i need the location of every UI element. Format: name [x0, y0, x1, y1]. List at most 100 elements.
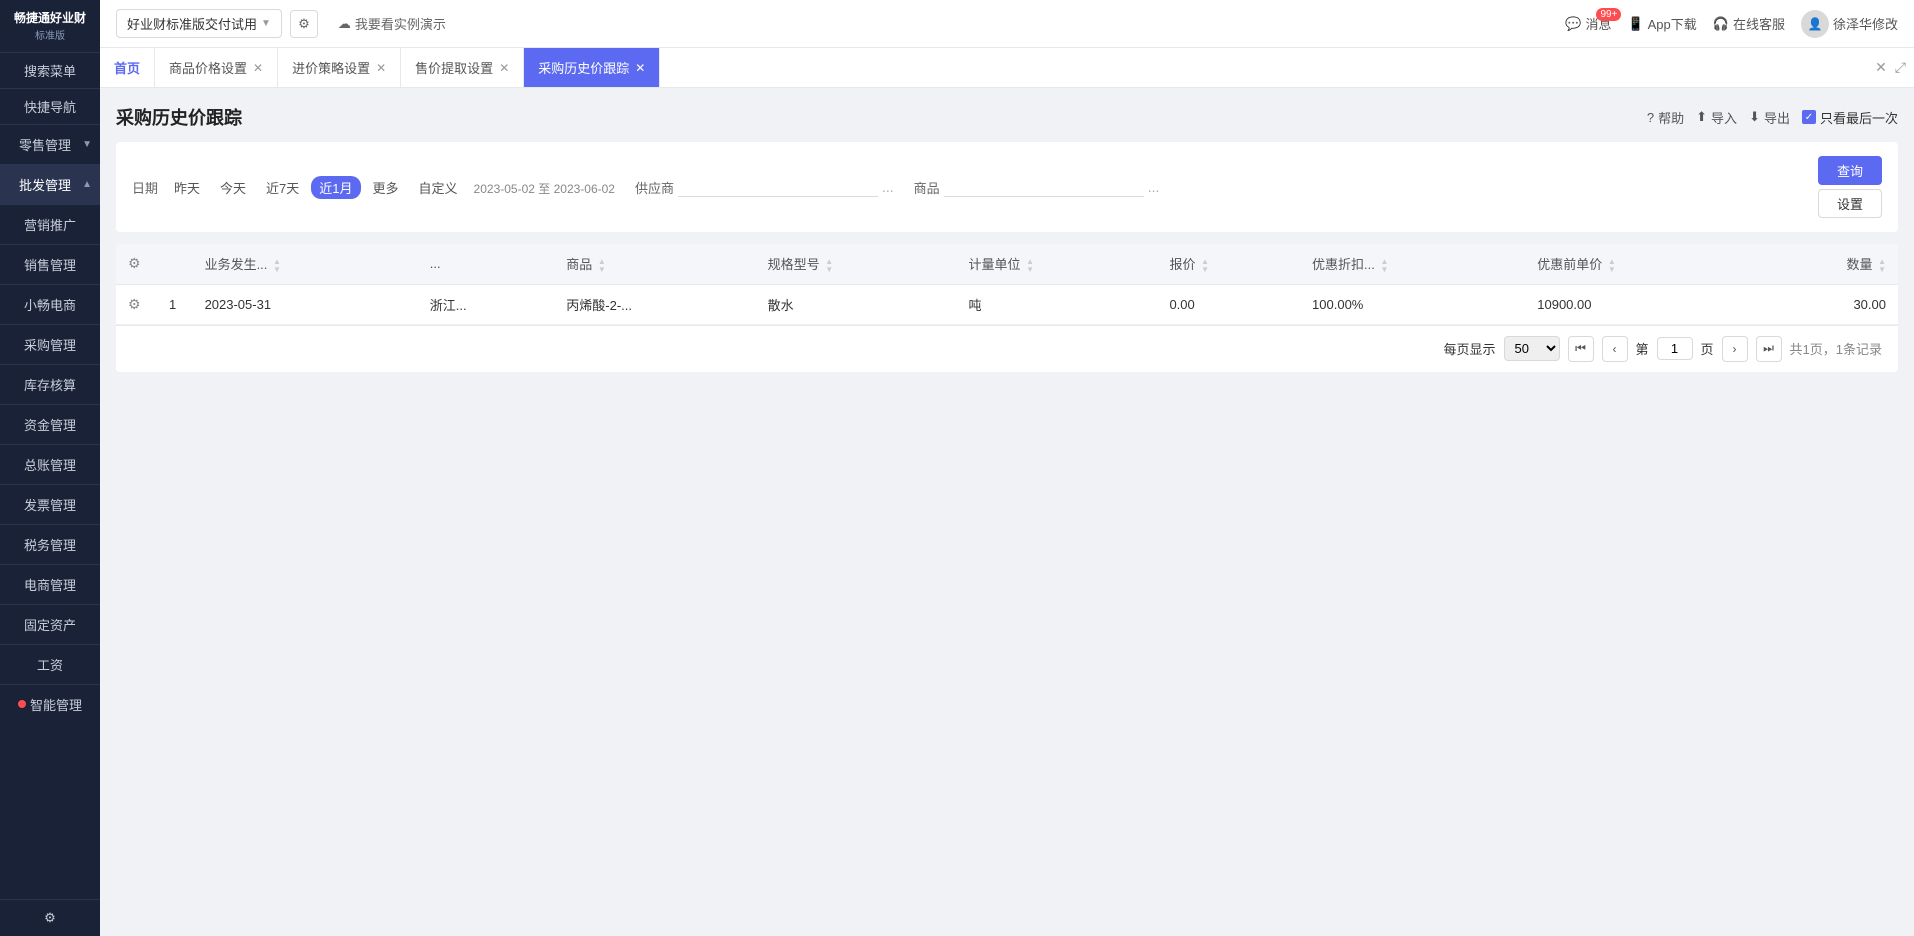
- topbar-settings-button[interactable]: ⚙: [290, 10, 318, 38]
- row-spec: 散水: [768, 298, 794, 313]
- table-col-spec[interactable]: 规格型号 ▲▼: [756, 244, 957, 284]
- topbar: 好业财标准版交付试用 ▼ ⚙ ☁ 我要看实例演示 💬 消息 99+ 📱 App下…: [100, 0, 1914, 48]
- tab-product-price[interactable]: 商品价格设置 ✕: [155, 48, 278, 87]
- tab-product-price-close[interactable]: ✕: [253, 61, 263, 75]
- query-button[interactable]: 查询: [1818, 156, 1882, 185]
- export-icon: ⬇: [1749, 109, 1760, 125]
- row-original-price: 10900.00: [1537, 297, 1591, 312]
- row-gear-icon[interactable]: ⚙: [128, 296, 141, 312]
- tab-sale-price-close[interactable]: ✕: [499, 61, 509, 75]
- sidebar-search-menu[interactable]: 搜索菜单: [0, 53, 100, 89]
- table-gear-icon[interactable]: ⚙: [128, 255, 141, 271]
- export-button[interactable]: ⬇ 导出: [1749, 108, 1790, 127]
- settings-filter-button[interactable]: 设置: [1818, 189, 1882, 218]
- product-more-button[interactable]: ...: [1148, 179, 1160, 195]
- sidebar-item-intelligent[interactable]: 智能管理: [0, 685, 100, 724]
- sidebar-item-ledger[interactable]: 总账管理: [0, 445, 100, 485]
- page-size-label: 每页显示: [1443, 339, 1495, 358]
- sidebar-quick-nav[interactable]: 快捷导航: [0, 89, 100, 125]
- help-button[interactable]: ? 帮助: [1647, 108, 1684, 127]
- table-col-original-price[interactable]: 优惠前单价 ▲▼: [1525, 244, 1755, 284]
- tab-product-price-label: 商品价格设置: [169, 58, 247, 77]
- help-icon: ?: [1647, 110, 1654, 125]
- sort-spec-icon: ▲▼: [825, 258, 833, 274]
- sidebar-item-purchase[interactable]: 采购管理: [0, 325, 100, 365]
- tab-sale-price[interactable]: 售价提取设置 ✕: [401, 48, 524, 87]
- filter-product-group: 商品 ...: [914, 177, 1160, 197]
- online-service-button[interactable]: 🎧 在线客服: [1713, 14, 1785, 33]
- headset-icon: 🎧: [1713, 16, 1729, 32]
- sidebar-item-invoice[interactable]: 发票管理: [0, 485, 100, 525]
- tab-purchase-strategy-close[interactable]: ✕: [376, 61, 386, 75]
- user-menu[interactable]: 👤 徐泽华修改: [1801, 10, 1898, 38]
- filter-date-group: 日期 昨天 今天 近7天 近1月 更多 自定义 2023-05-02 至 202…: [132, 176, 615, 199]
- sidebar-item-finance[interactable]: 资金管理: [0, 405, 100, 445]
- logo-sub: 标准版: [35, 27, 65, 42]
- sidebar-item-marketing[interactable]: 营销推广: [0, 205, 100, 245]
- version-selector-text: 好业财标准版交付试用: [127, 14, 257, 33]
- sidebar-item-inventory[interactable]: 库存核算: [0, 365, 100, 405]
- tab-purchase-history[interactable]: 采购历史价跟踪 ✕: [524, 48, 660, 87]
- sidebar-logo: 畅捷通好业财 标准版: [0, 0, 100, 53]
- filter-supplier-group: 供应商 ...: [635, 177, 894, 197]
- table-col-price[interactable]: 报价 ▲▼: [1157, 244, 1300, 284]
- date-opt-custom[interactable]: 自定义: [411, 176, 466, 199]
- version-selector[interactable]: 好业财标准版交付试用 ▼: [116, 9, 282, 38]
- sidebar-item-fixed-assets[interactable]: 固定资产: [0, 605, 100, 645]
- tab-expand-icon[interactable]: ⤢: [1895, 59, 1906, 76]
- messages-button[interactable]: 💬 消息 99+: [1565, 14, 1611, 33]
- date-opt-yesterday[interactable]: 昨天: [166, 176, 208, 199]
- tab-home-label: 首页: [114, 58, 140, 77]
- sidebar-item-sales[interactable]: 销售管理: [0, 245, 100, 285]
- import-button[interactable]: ⬆ 导入: [1696, 108, 1737, 127]
- date-opt-1month[interactable]: 近1月: [311, 176, 360, 199]
- main-content: 好业财标准版交付试用 ▼ ⚙ ☁ 我要看实例演示 💬 消息 99+ 📱 App下…: [100, 0, 1914, 936]
- sort-discount-icon: ▲▼: [1381, 258, 1389, 274]
- demo-button[interactable]: ☁ 我要看实例演示: [326, 14, 458, 33]
- row-product-cell: 丙烯酸-2-...: [554, 284, 755, 324]
- first-page-button[interactable]: ⏮: [1568, 336, 1594, 362]
- page-size-select[interactable]: 50 10 20 100: [1504, 336, 1560, 361]
- filter-product-input[interactable]: [944, 177, 1144, 197]
- filter-actions: 查询 设置: [1818, 156, 1882, 218]
- sidebar-item-payroll[interactable]: 工资: [0, 645, 100, 685]
- sidebar-item-ecommerce[interactable]: 电商管理: [0, 565, 100, 605]
- tab-purchase-history-close[interactable]: ✕: [635, 61, 645, 75]
- prev-page-button[interactable]: ‹: [1602, 336, 1628, 362]
- sidebar-item-tax[interactable]: 税务管理: [0, 525, 100, 565]
- last-page-button[interactable]: ⏭: [1756, 336, 1782, 362]
- date-opt-more[interactable]: 更多: [365, 176, 407, 199]
- filter-supplier-input[interactable]: [678, 177, 878, 197]
- tab-purchase-strategy[interactable]: 进价策略设置 ✕: [278, 48, 401, 87]
- table-col-unit[interactable]: 计量单位 ▲▼: [957, 244, 1158, 284]
- row-supplier: 浙江...: [430, 298, 467, 313]
- sidebar-item-ecommerce-small[interactable]: 小畅电商: [0, 285, 100, 325]
- sidebar-item-retail[interactable]: 零售管理 ▼: [0, 125, 100, 165]
- sidebar-settings-bottom[interactable]: ⚙: [0, 899, 100, 936]
- tab-home[interactable]: 首页: [100, 48, 155, 87]
- table-col-num: [153, 244, 193, 284]
- table-col-extra[interactable]: ...: [418, 244, 555, 284]
- next-page-button[interactable]: ›: [1722, 336, 1748, 362]
- app-download-label: App下载: [1648, 14, 1697, 33]
- sort-original-price-icon: ▲▼: [1608, 258, 1616, 274]
- online-service-label: 在线客服: [1733, 14, 1785, 33]
- row-spec-cell: 散水: [756, 284, 957, 324]
- import-label: 导入: [1711, 108, 1737, 127]
- supplier-more-button[interactable]: ...: [882, 179, 894, 195]
- app-download-button[interactable]: 📱 App下载: [1627, 14, 1696, 33]
- date-opt-7days[interactable]: 近7天: [258, 176, 307, 199]
- filter-area: 日期 昨天 今天 近7天 近1月 更多 自定义 2023-05-02 至 202…: [116, 142, 1898, 232]
- table-col-discount[interactable]: 优惠折扣... ▲▼: [1300, 244, 1525, 284]
- row-discount: 100.00%: [1312, 297, 1363, 312]
- tab-close-all-icon[interactable]: ✕: [1875, 59, 1887, 76]
- logo-text: 畅捷通好业财: [14, 10, 86, 27]
- table-col-quantity[interactable]: 数量 ▲▼: [1755, 244, 1898, 284]
- sidebar-item-wholesale[interactable]: 批发管理 ▲: [0, 165, 100, 205]
- table-col-product[interactable]: 商品 ▲▼: [554, 244, 755, 284]
- page-number-input[interactable]: [1657, 337, 1693, 360]
- message-icon: 💬: [1565, 16, 1581, 32]
- table-col-date[interactable]: 业务发生... ▲▼: [193, 244, 418, 284]
- date-opt-today[interactable]: 今天: [212, 176, 254, 199]
- only-last-checkbox[interactable]: [1802, 110, 1816, 124]
